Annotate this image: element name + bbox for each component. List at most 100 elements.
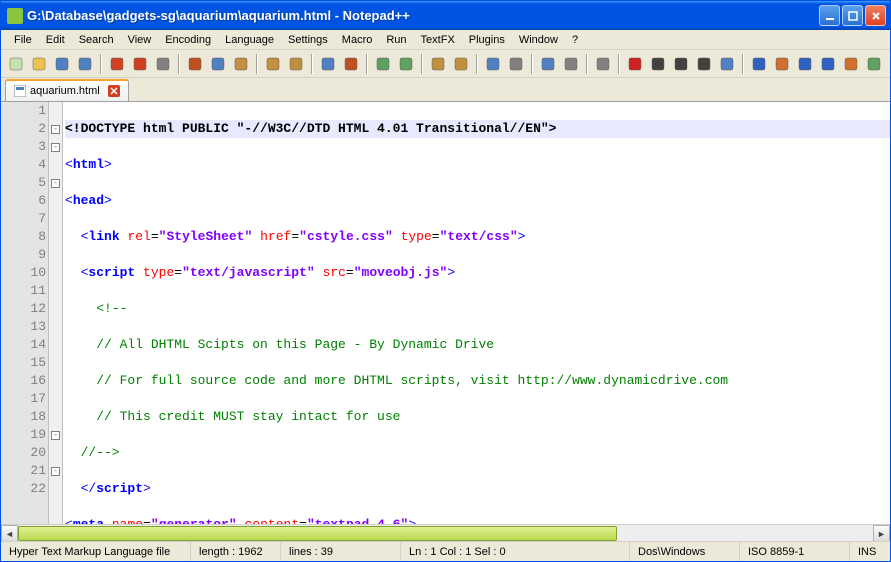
sort-a-icon[interactable] — [748, 53, 770, 75]
menu-edit[interactable]: Edit — [39, 32, 72, 48]
fold-marker[interactable]: - — [49, 174, 62, 192]
chars-icon[interactable] — [505, 53, 527, 75]
sync-v-icon[interactable] — [427, 53, 449, 75]
toolbar-separator — [178, 54, 180, 74]
menu-file[interactable]: File — [7, 32, 39, 48]
undo-icon[interactable] — [262, 53, 284, 75]
fold-marker[interactable]: - — [49, 120, 62, 138]
toolbar-separator — [742, 54, 744, 74]
menu-window[interactable]: Window — [512, 32, 565, 48]
line-number: 7 — [1, 210, 46, 228]
line-number: 5 — [1, 174, 46, 192]
play-icon[interactable] — [670, 53, 692, 75]
menu-encoding[interactable]: Encoding — [158, 32, 218, 48]
paste-icon[interactable] — [230, 53, 252, 75]
wrap-icon[interactable] — [482, 53, 504, 75]
indent-icon[interactable] — [537, 53, 559, 75]
fold-marker[interactable] — [49, 354, 62, 372]
menu-run[interactable]: Run — [379, 32, 413, 48]
code-area[interactable]: <!DOCTYPE html PUBLIC "-//W3C//DTD HTML … — [63, 102, 890, 524]
toolbar-separator — [100, 54, 102, 74]
sort-zd-icon[interactable] — [840, 53, 862, 75]
stop-icon[interactable] — [647, 53, 669, 75]
save-all-icon[interactable] — [74, 53, 96, 75]
menu-plugins[interactable]: Plugins — [462, 32, 512, 48]
zoom-out-icon[interactable] — [395, 53, 417, 75]
toolbar-separator — [586, 54, 588, 74]
fold-marker[interactable] — [49, 210, 62, 228]
spell-icon[interactable] — [863, 53, 885, 75]
fold-marker[interactable] — [49, 444, 62, 462]
scroll-left-button[interactable]: ◄ — [1, 525, 18, 542]
menu-settings[interactable]: Settings — [281, 32, 335, 48]
fold-marker[interactable] — [49, 318, 62, 336]
toolbar-separator — [531, 54, 533, 74]
fold-marker[interactable] — [49, 156, 62, 174]
sort-dn-icon[interactable] — [794, 53, 816, 75]
sort-za-icon[interactable] — [817, 53, 839, 75]
fold-marker[interactable] — [49, 390, 62, 408]
menu-search[interactable]: Search — [72, 32, 121, 48]
fold-marker[interactable] — [49, 300, 62, 318]
fold-icon[interactable] — [592, 53, 614, 75]
menu-help[interactable]: ? — [565, 32, 585, 48]
titlebar[interactable]: G:\Database\gadgets-sg\aquarium\aquarium… — [1, 1, 890, 30]
maximize-button[interactable] — [842, 5, 863, 26]
cut-icon[interactable] — [184, 53, 206, 75]
fold-marker[interactable] — [49, 282, 62, 300]
close-all-icon[interactable] — [129, 53, 151, 75]
close-button[interactable] — [865, 5, 886, 26]
fold-marker[interactable] — [49, 102, 62, 120]
fold-marker[interactable] — [49, 246, 62, 264]
line-number: 1 — [1, 102, 46, 120]
zoom-in-icon[interactable] — [372, 53, 394, 75]
fold-marker[interactable] — [49, 480, 62, 498]
line-number: 8 — [1, 228, 46, 246]
status-eol: Dos\Windows — [630, 542, 740, 561]
menu-language[interactable]: Language — [218, 32, 281, 48]
toolbar-separator — [366, 54, 368, 74]
fold-marker[interactable] — [49, 408, 62, 426]
fold-marker[interactable] — [49, 264, 62, 282]
sort-up-icon[interactable] — [771, 53, 793, 75]
fold-marker[interactable]: - — [49, 462, 62, 480]
line-number: 16 — [1, 372, 46, 390]
fold-column[interactable]: ----- — [49, 102, 63, 524]
menu-textfx[interactable]: TextFX — [414, 32, 462, 48]
fastplay-icon[interactable] — [693, 53, 715, 75]
sync-h-icon[interactable] — [450, 53, 472, 75]
fold-marker[interactable] — [49, 372, 62, 390]
guide-icon[interactable] — [560, 53, 582, 75]
scroll-track[interactable] — [18, 525, 873, 541]
menu-view[interactable]: View — [121, 32, 159, 48]
app-window: G:\Database\gadgets-sg\aquarium\aquarium… — [0, 0, 891, 562]
menu-macro[interactable]: Macro — [335, 32, 380, 48]
editor[interactable]: 12345678910111213141516171819202122 ----… — [1, 102, 890, 524]
rec-icon[interactable] — [624, 53, 646, 75]
app-icon — [7, 8, 23, 24]
toolbar-separator — [476, 54, 478, 74]
scroll-right-button[interactable]: ► — [873, 525, 890, 542]
minimize-button[interactable] — [819, 5, 840, 26]
scroll-thumb[interactable] — [18, 526, 617, 541]
fold-marker[interactable]: - — [49, 138, 62, 156]
line-number: 14 — [1, 336, 46, 354]
horizontal-scrollbar[interactable]: ◄ ► — [1, 524, 890, 541]
new-file-icon[interactable] — [5, 53, 27, 75]
print-icon[interactable] — [152, 53, 174, 75]
tab-aquarium[interactable]: aquarium.html — [5, 79, 129, 101]
find-icon[interactable] — [317, 53, 339, 75]
fold-marker[interactable] — [49, 192, 62, 210]
copy-icon[interactable] — [207, 53, 229, 75]
close-icon[interactable] — [106, 53, 128, 75]
line-number: 15 — [1, 354, 46, 372]
fold-marker[interactable] — [49, 336, 62, 354]
fold-marker[interactable] — [49, 228, 62, 246]
savemacro-icon[interactable] — [716, 53, 738, 75]
tab-close-icon[interactable] — [108, 85, 120, 97]
save-icon[interactable] — [51, 53, 73, 75]
replace-icon[interactable] — [340, 53, 362, 75]
fold-marker[interactable]: - — [49, 426, 62, 444]
open-file-icon[interactable] — [28, 53, 50, 75]
redo-icon[interactable] — [285, 53, 307, 75]
